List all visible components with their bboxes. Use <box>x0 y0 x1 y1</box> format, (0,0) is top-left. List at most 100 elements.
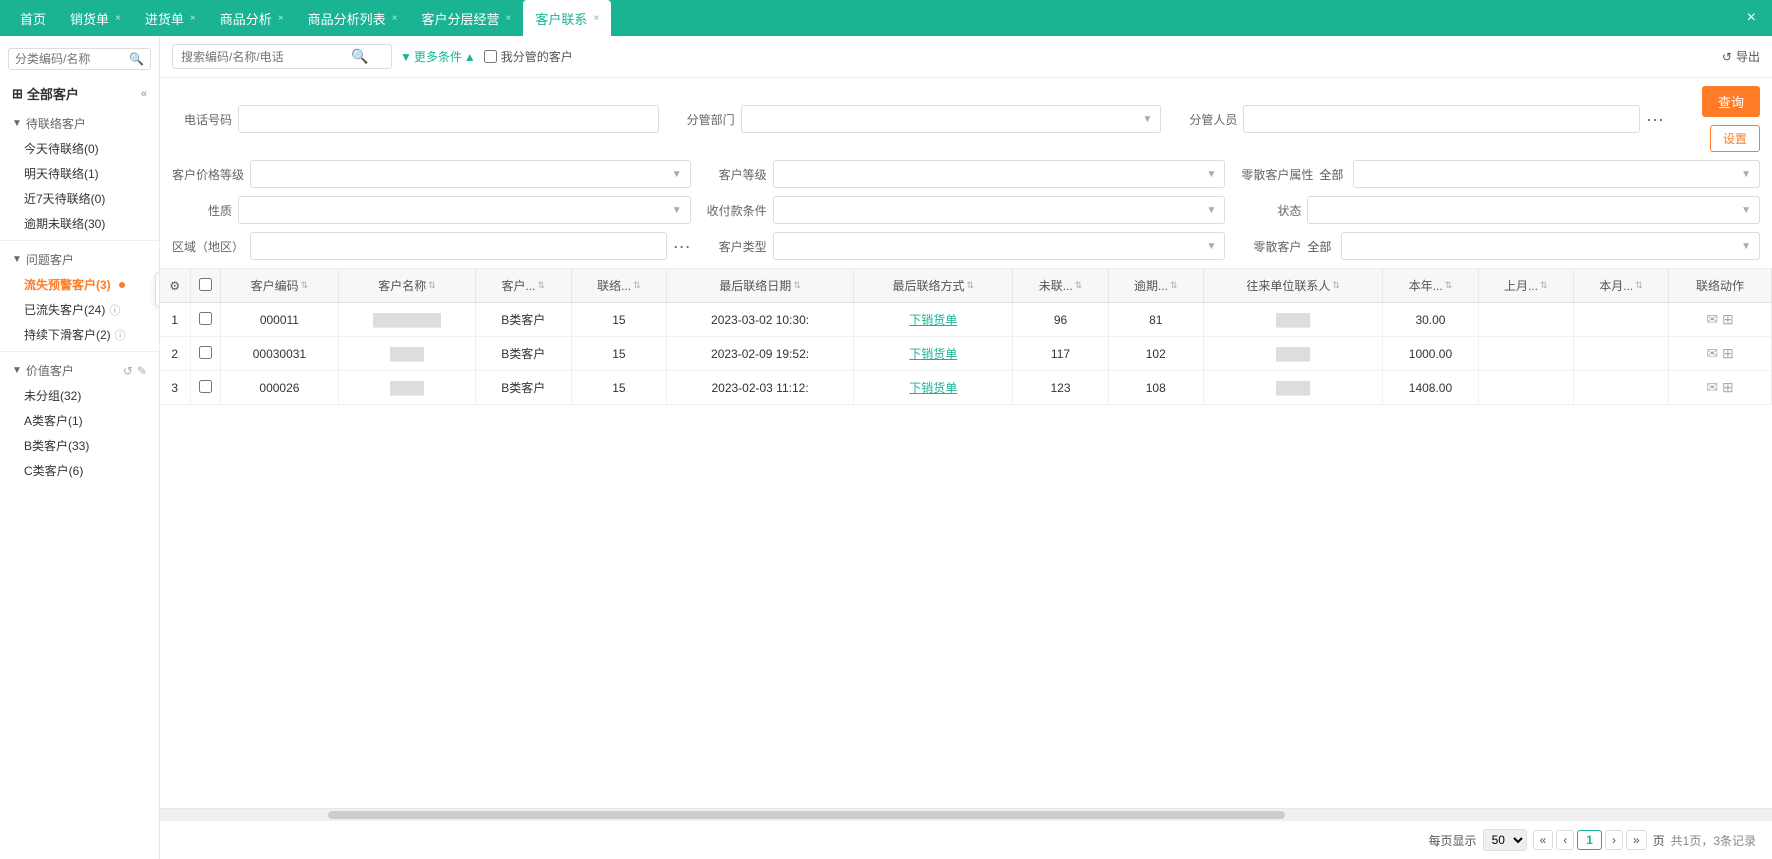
row1-select[interactable] <box>199 312 212 325</box>
th-overdue[interactable]: 逾期...⇅ <box>1108 269 1203 303</box>
pagination: 每页显示 50 « ‹ 1 › » 页 共1页，3条记录 <box>160 820 1772 859</box>
filter-dept-select[interactable]: ▼ <box>741 105 1162 133</box>
per-page-select[interactable]: 50 <box>1483 829 1527 851</box>
row3-select[interactable] <box>199 380 212 393</box>
th-last-type[interactable]: 最后联络方式⇅ <box>854 269 1013 303</box>
th-checkbox[interactable] <box>190 269 220 303</box>
row3-last-type-link[interactable]: 下销货单 <box>909 381 957 395</box>
tab-customer-tier-close[interactable]: × <box>505 13 511 24</box>
horizontal-scrollbar[interactable] <box>160 808 1772 820</box>
row1-last-type[interactable]: 下销货单 <box>854 303 1013 337</box>
window-close-button[interactable]: × <box>1739 9 1764 27</box>
sidebar-section-problem[interactable]: ▼ 问题客户 <box>0 247 159 272</box>
row1-contact-icon[interactable]: ✉ <box>1706 311 1718 328</box>
sidebar-section-value[interactable]: ▼ 价值客户 ↺ ✎ <box>0 358 159 383</box>
sidebar-all-customers[interactable]: ⊞ 全部客户 « <box>0 78 159 109</box>
next-page-btn[interactable]: › <box>1605 830 1623 850</box>
row2-more-icon[interactable]: ⊞ <box>1722 345 1734 362</box>
sidebar-item-7days[interactable]: 近7天待联络(0) <box>0 186 159 211</box>
sidebar-item-c-class[interactable]: C类客户(6) <box>0 458 159 483</box>
sidebar: 🔍 ⊞ 全部客户 « ▼ 待联络客户 今天待联络(0) 明天待联络(1) 近7天… <box>0 36 160 859</box>
row1-more-icon[interactable]: ⊞ <box>1722 311 1734 328</box>
th-code[interactable]: 客户编码⇅ <box>220 269 339 303</box>
sidebar-item-declining[interactable]: 持续下滑客户(2) ⓘ <box>0 322 159 347</box>
th-contact[interactable]: 联络...⇅ <box>571 269 666 303</box>
row2-last-type-link[interactable]: 下销货单 <box>909 347 957 361</box>
filter-price-tier-select[interactable]: ▼ <box>250 160 691 188</box>
th-type[interactable]: 客户...⇅ <box>475 269 571 303</box>
sidebar-item-overdue[interactable]: 逾期未联络(30) <box>0 211 159 236</box>
sidebar-item-warn[interactable]: 流失预警客户(3) <box>0 272 159 297</box>
filter-nature-select[interactable]: ▼ <box>238 196 691 224</box>
filter-customer-type-select[interactable]: ▼ <box>773 232 1226 260</box>
th-name[interactable]: 客户名称⇅ <box>339 269 475 303</box>
th-company-contact[interactable]: 往来单位联系人⇅ <box>1203 269 1382 303</box>
tab-customer-contact-close[interactable]: × <box>593 13 599 24</box>
tab-product-list[interactable]: 商品分析列表 × <box>296 0 410 36</box>
row3-checkbox[interactable] <box>190 371 220 405</box>
tab-customer-contact[interactable]: 客户联系 × <box>523 0 611 36</box>
refresh-icon-value[interactable]: ↺ <box>123 364 133 378</box>
th-last-month[interactable]: 上月...⇅ <box>1478 269 1573 303</box>
row3-more-icon[interactable]: ⊞ <box>1722 379 1734 396</box>
th-last-date[interactable]: 最后联络日期⇅ <box>667 269 854 303</box>
row2-checkbox[interactable] <box>190 337 220 371</box>
query-button[interactable]: 查询 <box>1702 86 1760 117</box>
settings-button[interactable]: 设置 <box>1710 125 1760 152</box>
th-this-year[interactable]: 本年...⇅ <box>1383 269 1478 303</box>
filter-retail-attr-select[interactable]: ▼ <box>1353 160 1760 188</box>
filter-manager-select[interactable] <box>1243 105 1640 133</box>
tab-product-list-close[interactable]: × <box>392 13 398 24</box>
row2-last-type[interactable]: 下销货单 <box>854 337 1013 371</box>
filter-manager-more[interactable]: ··· <box>1646 109 1664 130</box>
tab-product-analysis[interactable]: 商品分析 × <box>208 0 296 36</box>
export-button[interactable]: ↺ 导出 <box>1722 48 1760 65</box>
sort-icon-last-type: ⇅ <box>966 280 974 291</box>
select-all-checkbox[interactable] <box>199 278 212 291</box>
filter-payment-select[interactable]: ▼ <box>773 196 1226 224</box>
tab-purchase-close[interactable]: × <box>190 13 196 24</box>
filter-region-input[interactable] <box>250 232 667 260</box>
tab-purchase[interactable]: 进货单 × <box>133 0 208 36</box>
edit-icon-value[interactable]: ✎ <box>137 364 147 378</box>
sidebar-item-ungroup[interactable]: 未分组(32) <box>0 383 159 408</box>
sort-icon-last-date: ⇅ <box>793 280 801 291</box>
tab-sales-close[interactable]: × <box>115 13 121 24</box>
last-page-btn[interactable]: » <box>1626 830 1647 850</box>
th-this-month[interactable]: 本月...⇅ <box>1573 269 1668 303</box>
tab-product-analysis-close[interactable]: × <box>278 13 284 24</box>
row2-contact-icon[interactable]: ✉ <box>1706 345 1718 362</box>
th-settings[interactable]: ⚙ <box>160 269 190 303</box>
row3-contact-icon[interactable]: ✉ <box>1706 379 1718 396</box>
collapse-icon[interactable]: « <box>141 88 147 100</box>
my-customers-checkbox[interactable] <box>484 50 497 63</box>
filter-customer-tier-select[interactable]: ▼ <box>773 160 1226 188</box>
th-not-contacted[interactable]: 未联...⇅ <box>1013 269 1108 303</box>
filter-region-more[interactable]: ··· <box>673 236 691 257</box>
tab-customer-tier[interactable]: 客户分层经营 × <box>409 0 523 36</box>
sidebar-item-a-class[interactable]: A类客户(1) <box>0 408 159 433</box>
sidebar-item-b-class[interactable]: B类客户(33) <box>0 433 159 458</box>
tab-home[interactable]: 首页 <box>8 0 58 36</box>
prev-page-btn[interactable]: ‹ <box>1556 830 1574 850</box>
first-page-btn[interactable]: « <box>1533 830 1554 850</box>
sidebar-section-pending[interactable]: ▼ 待联络客户 <box>0 111 159 136</box>
tab-sales[interactable]: 销货单 × <box>58 0 133 36</box>
row1-last-type-link[interactable]: 下销货单 <box>909 313 957 327</box>
sidebar-item-lost[interactable]: 已流失客户(24) ⓘ <box>0 297 159 322</box>
search-button[interactable]: 🔍 <box>351 48 368 65</box>
row2-select[interactable] <box>199 346 212 359</box>
filter-retail-customer: 零散客户 全部 ▼ <box>1241 232 1760 260</box>
row1-checkbox[interactable] <box>190 303 220 337</box>
filter-retail-customer-select[interactable]: ▼ <box>1341 232 1760 260</box>
search-input[interactable] <box>181 50 351 64</box>
scrollbar-thumb[interactable] <box>328 811 1286 819</box>
filter-status-select[interactable]: ▼ <box>1307 196 1760 224</box>
filter-phone-input[interactable] <box>238 105 659 133</box>
sidebar-item-today[interactable]: 今天待联络(0) <box>0 136 159 161</box>
row3-last-type[interactable]: 下销货单 <box>854 371 1013 405</box>
row3-not-contacted: 123 <box>1013 371 1108 405</box>
sidebar-item-tomorrow[interactable]: 明天待联络(1) <box>0 161 159 186</box>
more-conditions-btn[interactable]: ▼ 更多条件 ▲ <box>400 48 476 65</box>
tab-product-analysis-label: 商品分析 <box>220 9 272 28</box>
